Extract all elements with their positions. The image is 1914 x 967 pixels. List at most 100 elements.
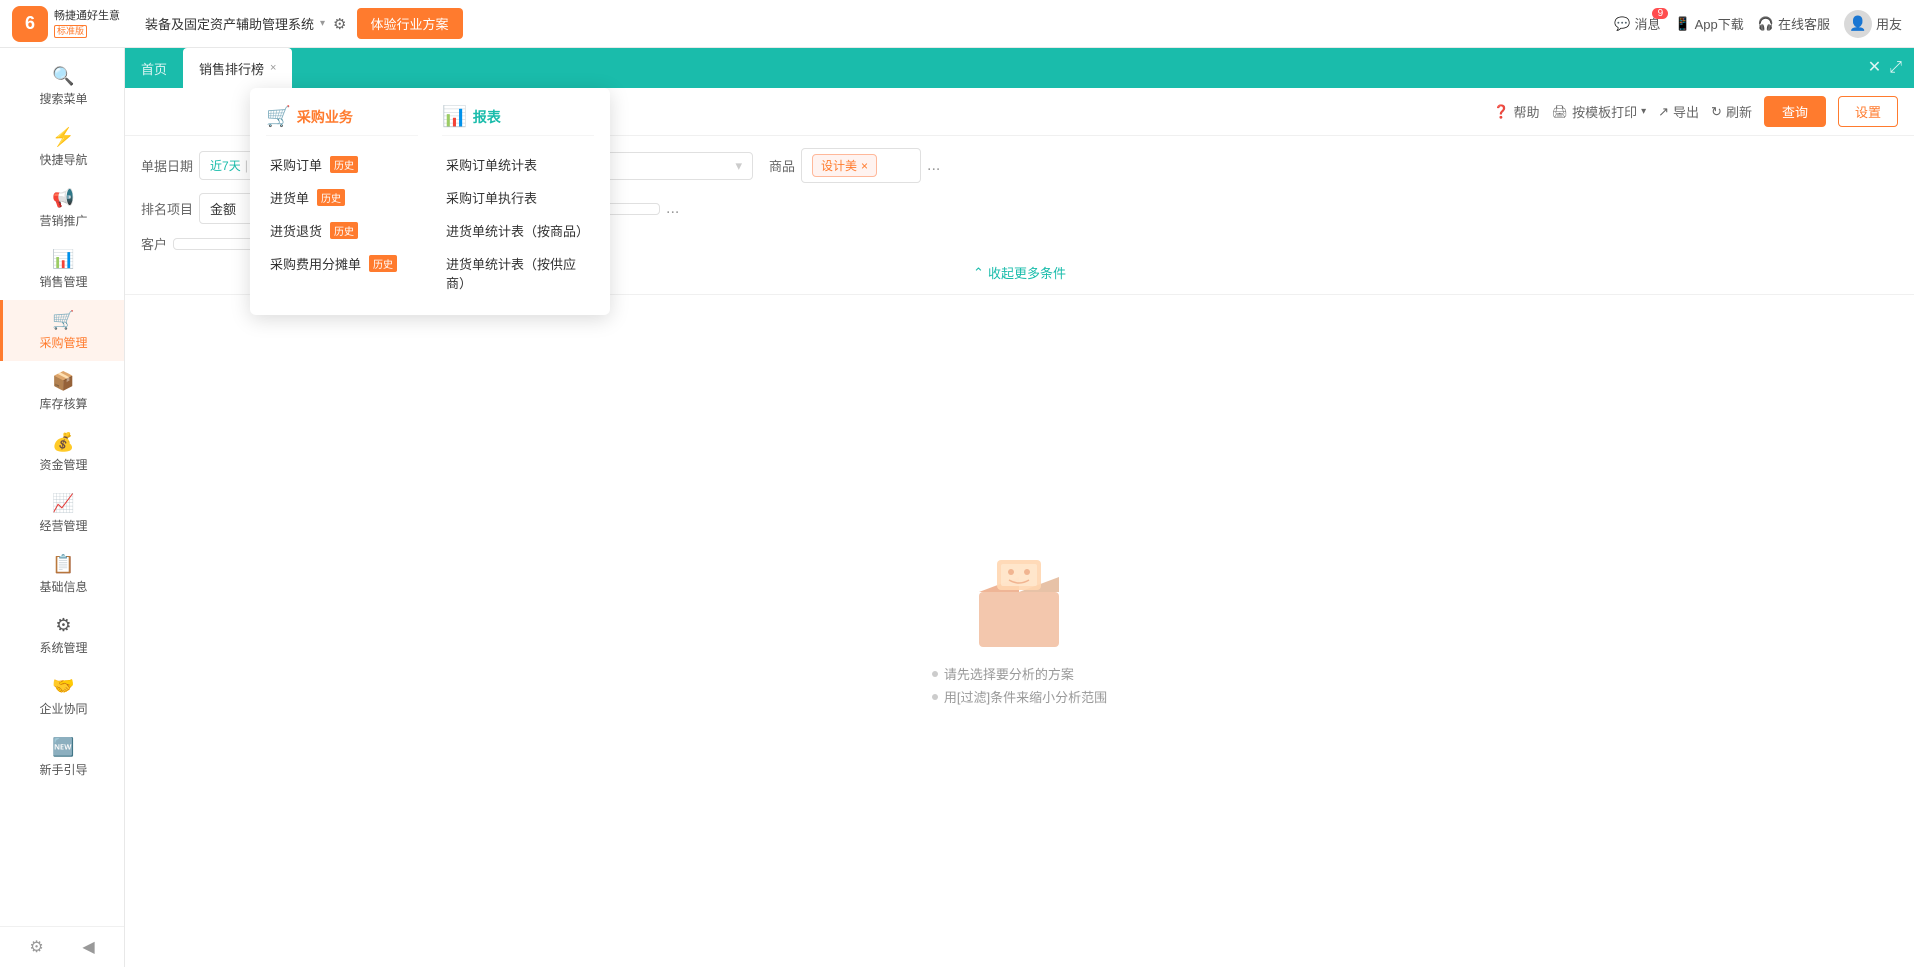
query-btn[interactable]: 查询 <box>1764 96 1826 127</box>
col2-title: 📊 报表 <box>442 104 594 136</box>
sidebar-item-system[interactable]: ⚙ 系统管理 <box>0 605 124 666</box>
sidebar-item-finance[interactable]: 💰 资金管理 <box>0 422 124 483</box>
search-icon: 🔍 <box>52 66 74 87</box>
help-btn[interactable]: ❓ 帮助 <box>1493 102 1539 121</box>
sidebar-item-operations[interactable]: 📈 经营管理 <box>0 483 124 544</box>
maximize-window-btn[interactable]: ⤢ <box>1889 60 1902 76</box>
rank-label: 排名项目 <box>141 199 193 218</box>
customer-label: 客户 <box>141 234 167 253</box>
hint-dot-2 <box>932 694 938 700</box>
date-quick-7[interactable]: 近7天 <box>210 157 241 174</box>
trending-icon: 📈 <box>52 493 74 514</box>
menu-stock-stat-by-supplier[interactable]: 进货单统计表（按供应商） <box>442 247 594 299</box>
tab-close-btn[interactable]: × <box>270 62 276 74</box>
print-dropdown-icon[interactable]: ▾ <box>1641 106 1646 117</box>
menu-purchase-order-stat[interactable]: 采购订单统计表 <box>442 148 594 181</box>
menu-purchase-order-exec[interactable]: 采购订单执行表 <box>442 181 594 214</box>
box-icon: 📦 <box>52 371 74 392</box>
history-tag-0: 历史 <box>330 156 358 173</box>
export-icon: ↗ <box>1658 104 1669 120</box>
empty-hints: 请先选择要分析的方案 用[过滤]条件来缩小分析范围 <box>932 664 1107 710</box>
headset-icon: 🎧 <box>1758 16 1774 32</box>
sidebar-menu: 🔍 搜索菜单 ⚡ 快捷导航 📢 营销推广 📊 销售管理 🛒 采购管理 <box>0 48 124 926</box>
reports-col-icon: 📊 <box>442 104 467 129</box>
menu-stock-in[interactable]: 进货单 历史 <box>266 181 418 214</box>
app-download-btn[interactable]: 📱 App下载 <box>1674 14 1743 33</box>
goods-input[interactable]: 设计美 × <box>801 148 921 183</box>
cart-icon: 🛒 <box>52 310 74 331</box>
sidebar-item-guide[interactable]: 🆕 新手引导 <box>0 727 124 788</box>
dropdown-menu: 🛒 采购业务 采购订单 历史 进货单 历史 进货退货 <box>250 88 610 315</box>
col1-title: 🛒 采购业务 <box>266 104 418 136</box>
empty-hint-1: 请先选择要分析的方案 <box>932 664 1107 683</box>
sidebar-settings-btn[interactable]: ⚙ <box>29 937 43 957</box>
menu-stock-stat-by-goods[interactable]: 进货单统计表（按商品） <box>442 214 594 247</box>
hint-dot-1 <box>932 671 938 677</box>
empty-content: 请先选择要分析的方案 用[过滤]条件来缩小分析范围 <box>932 552 1107 710</box>
message-btn[interactable]: 💬 消息 9 <box>1614 14 1660 33</box>
tabs-bar: 首页 销售排行榜 × ✕ ⤢ <box>125 48 1914 88</box>
status-chevron-icon: ▾ <box>735 158 742 174</box>
staff-more-dots[interactable]: ... <box>666 200 679 218</box>
menu-purchase-expense[interactable]: 采购费用分摊单 历史 <box>266 247 418 280</box>
print-icon: 🖨 <box>1552 104 1569 120</box>
export-btn[interactable]: ↗ 导出 <box>1658 102 1699 121</box>
sys-dropdown-icon[interactable]: ▾ <box>320 18 325 29</box>
sidebar-item-search[interactable]: 🔍 搜索菜单 <box>0 56 124 117</box>
history-tag-3: 历史 <box>369 255 397 272</box>
settings-gear-icon[interactable]: ⚙ <box>333 15 346 33</box>
logo-text: 畅捷通好生意 标准版 <box>54 9 120 39</box>
goods-label: 商品 <box>769 156 795 175</box>
refresh-icon: ↻ <box>1711 104 1722 120</box>
new-icon: 🆕 <box>52 737 74 758</box>
goods-filter: 商品 设计美 × ... <box>769 148 940 183</box>
industry-btn[interactable]: 体验行业方案 <box>357 8 463 39</box>
purchase-business-col: 🛒 采购业务 采购订单 历史 进货单 历史 进货退货 <box>266 104 418 299</box>
empty-state: 请先选择要分析的方案 用[过滤]条件来缩小分析范围 <box>125 295 1914 967</box>
sidebar-collapse-btn[interactable]: ◀ <box>82 937 94 957</box>
service-btn[interactable]: 🎧 在线客服 <box>1758 14 1830 33</box>
money-icon: 💰 <box>52 432 74 453</box>
reports-col: 📊 报表 采购订单统计表 采购订单执行表 进货单统计表（按商品） <box>442 104 594 299</box>
topbar-right: 💬 消息 9 📱 App下载 🎧 在线客服 👤 用友 <box>1614 10 1902 38</box>
purchase-col-icon: 🛒 <box>266 104 291 129</box>
sidebar-item-collab[interactable]: 🤝 企业协同 <box>0 666 124 727</box>
user-btn[interactable]: 👤 用友 <box>1844 10 1902 38</box>
chevron-up-icon: ⌃ <box>973 265 984 281</box>
clipboard-icon: 📋 <box>52 554 74 575</box>
chart-icon: 📊 <box>52 249 74 270</box>
tab-home[interactable]: 首页 <box>125 48 183 88</box>
help-icon: ❓ <box>1493 104 1509 120</box>
gear-icon: ⚙ <box>55 615 71 636</box>
purchase-dropdown: 🛒 采购业务 采购订单 历史 进货单 历史 进货退货 <box>250 88 610 315</box>
refresh-btn[interactable]: ↻ 刷新 <box>1711 102 1752 121</box>
history-tag-1: 历史 <box>317 189 345 206</box>
goods-more-dots[interactable]: ... <box>927 157 940 175</box>
goods-tag-close[interactable]: × <box>861 159 868 173</box>
sidebar-item-inventory[interactable]: 📦 库存核算 <box>0 361 124 422</box>
sidebar-bottom: ⚙ ◀ <box>0 926 124 967</box>
empty-illustration <box>959 552 1079 652</box>
tab-sales-ranking[interactable]: 销售排行榜 × <box>183 48 292 88</box>
logo-icon: 6 <box>12 6 48 42</box>
empty-hint-2: 用[过滤]条件来缩小分析范围 <box>932 687 1107 706</box>
sidebar-item-marketing[interactable]: 📢 营销推广 <box>0 178 124 239</box>
megaphone-icon: 📢 <box>52 188 74 209</box>
flash-icon: ⚡ <box>52 127 74 148</box>
mobile-icon: 📱 <box>1674 16 1690 32</box>
menu-stock-return[interactable]: 进货退货 历史 <box>266 214 418 247</box>
print-btn[interactable]: 🖨 按模板打印 ▾ <box>1552 102 1647 121</box>
close-window-btn[interactable]: ✕ <box>1868 60 1881 76</box>
date-label: 单据日期 <box>141 156 193 175</box>
sidebar-item-sales[interactable]: 📊 销售管理 <box>0 239 124 300</box>
system-title: 装备及固定资产辅助管理系统 <box>145 14 314 33</box>
sidebar-item-purchase[interactable]: 🛒 采购管理 <box>0 300 124 361</box>
menu-purchase-order[interactable]: 采购订单 历史 <box>266 148 418 181</box>
tab-window-actions: ✕ ⤢ <box>1868 60 1914 76</box>
sidebar-item-basic[interactable]: 📋 基础信息 <box>0 544 124 605</box>
history-tag-2: 历史 <box>330 222 358 239</box>
avatar: 👤 <box>1844 10 1872 38</box>
sidebar-item-quick[interactable]: ⚡ 快捷导航 <box>0 117 124 178</box>
handshake-icon: 🤝 <box>52 676 74 697</box>
settings-btn[interactable]: 设置 <box>1838 96 1898 127</box>
